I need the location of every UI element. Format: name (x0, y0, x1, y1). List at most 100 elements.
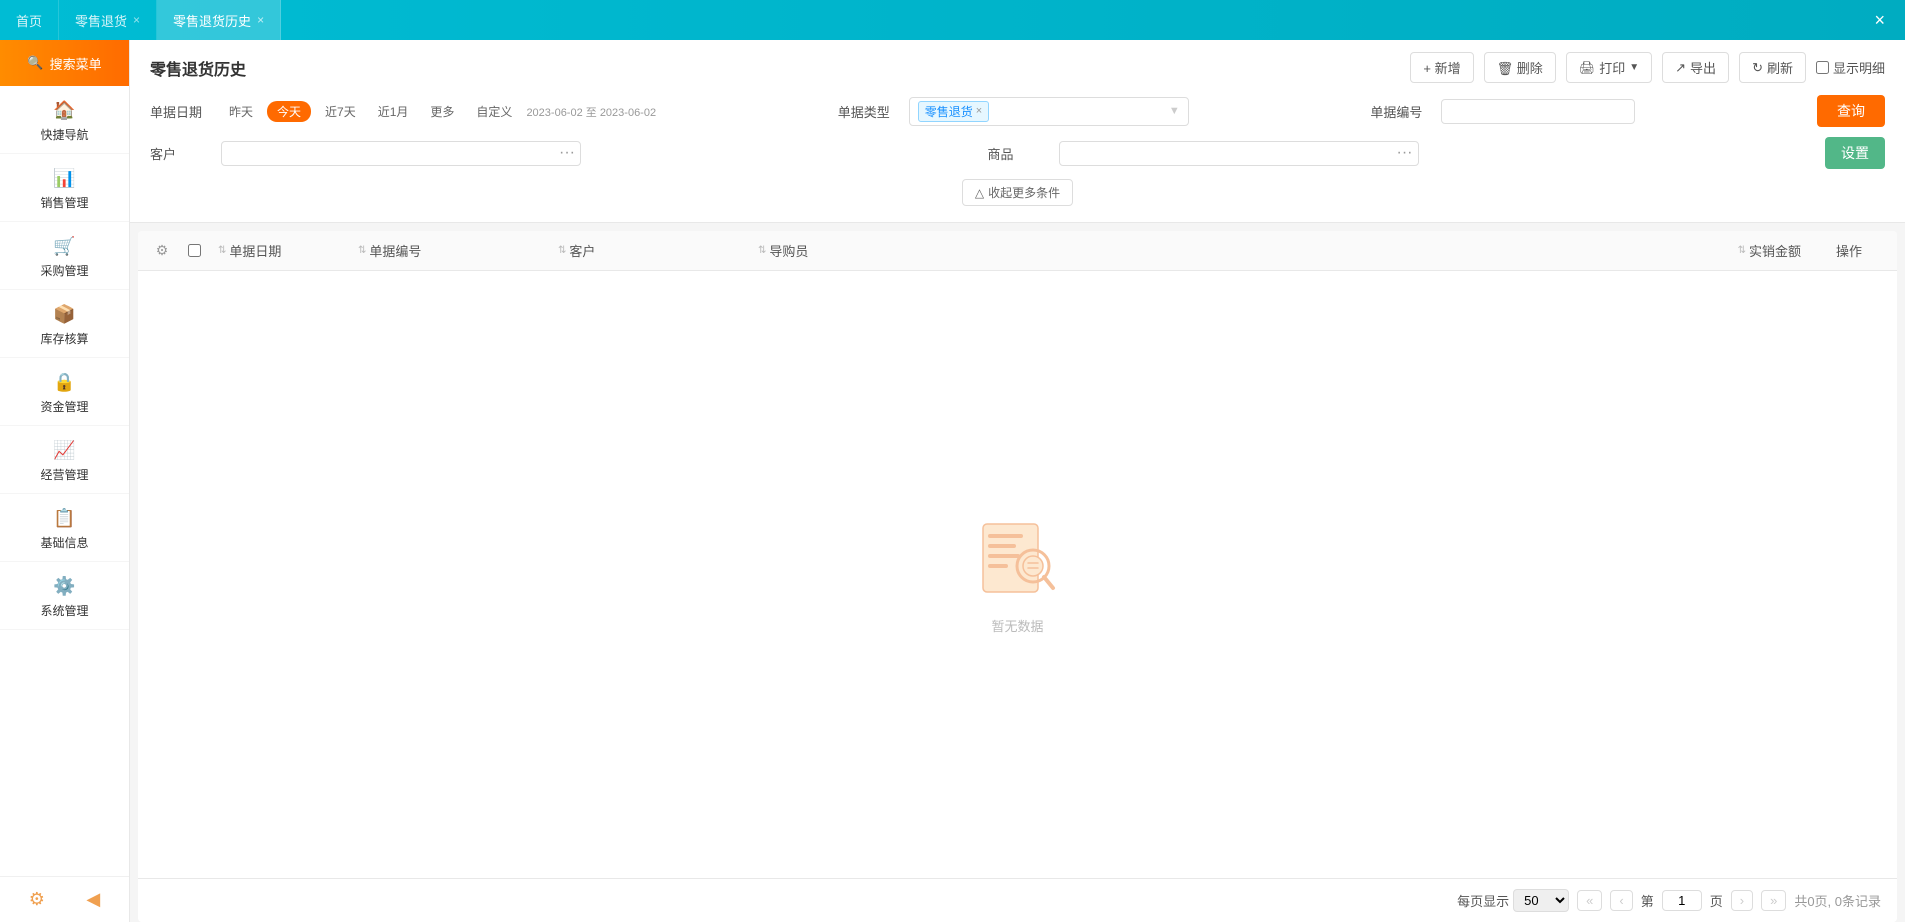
show-detail-checkbox-group: 显示明细 (1816, 58, 1885, 77)
empty-state-icon (968, 514, 1068, 604)
page-title: 零售退货历史 (150, 56, 246, 80)
th-guide[interactable]: ⇅ 导购员 (750, 241, 1689, 260)
table-select-all-checkbox[interactable] (178, 244, 210, 257)
print-icon: 🖨 (1579, 60, 1596, 76)
page-next-button[interactable]: › (1731, 890, 1753, 911)
main-layout: 🔍 搜索菜单 🏠 快捷导航 📊 销售管理 🛒 采购管理 📦 库存核算 🔒 资金管… (0, 40, 1905, 922)
sidebar-item-operations[interactable]: 📈 经营管理 (0, 426, 129, 494)
table-settings-icon[interactable]: ⚙ (146, 242, 178, 259)
page-first-button[interactable]: « (1577, 890, 1602, 911)
date-filter-group: 昨天 今天 近7天 近1月 更多 自定义 2023-06-02 至 2023-0… (221, 101, 656, 122)
number-filter-label: 单据编号 (1370, 102, 1425, 121)
th-sort-icon-amount: ⇅ (1738, 245, 1746, 256)
query-button[interactable]: 查询 (1817, 95, 1885, 127)
filter-section: 单据日期 昨天 今天 近7天 近1月 更多 自定义 2023-06-02 至 2… (150, 95, 1885, 222)
page-prev-button[interactable]: ‹ (1610, 890, 1632, 911)
th-action: 操作 (1809, 241, 1889, 260)
sidebar-item-finance[interactable]: 🔒 资金管理 (0, 358, 129, 426)
th-date[interactable]: ⇅ 单据日期 (210, 241, 350, 260)
th-number[interactable]: ⇅ 单据编号 (350, 241, 550, 260)
export-icon: ↗ (1675, 60, 1686, 76)
date-btn-custom[interactable]: 自定义 (468, 101, 520, 122)
customer-filter-input[interactable] (221, 141, 581, 166)
home-icon: 🏠 (53, 100, 75, 121)
refresh-button[interactable]: ↻ 刷新 (1739, 52, 1806, 83)
operations-icon: 📈 (53, 440, 75, 461)
export-button[interactable]: ↗ 导出 (1662, 52, 1729, 83)
customer-filter-dots-icon[interactable]: ··· (559, 144, 575, 162)
sidebar-item-operations-label: 经营管理 (40, 466, 88, 483)
table-wrapper: ⚙ ⇅ 单据日期 ⇅ 单据编号 ⇅ 客户 ⇅ 导购员 (138, 231, 1897, 922)
search-icon: 🔍 (27, 55, 43, 71)
goods-filter-input[interactable] (1059, 141, 1419, 166)
top-bar: 首页 零售退货 × 零售退货历史 × × (0, 0, 1905, 40)
content-area: 零售退货历史 + 新增 🗑 删除 🖨 打印 ▼ ↗ 导出 ↻ (130, 40, 1905, 922)
date-filter-label: 单据日期 (150, 102, 205, 121)
collapse-sidebar-icon[interactable]: ◀ (86, 889, 100, 910)
type-tag: 零售退货 × (918, 101, 989, 122)
sidebar: 🔍 搜索菜单 🏠 快捷导航 📊 销售管理 🛒 采购管理 📦 库存核算 🔒 资金管… (0, 40, 130, 922)
sidebar-item-basic-info[interactable]: 📋 基础信息 (0, 494, 129, 562)
settings-bottom-icon[interactable]: ⚙ (29, 889, 45, 910)
window-close-button[interactable]: × (1866, 6, 1893, 35)
refresh-label: 刷新 (1767, 58, 1793, 77)
sidebar-item-system[interactable]: ⚙️ 系统管理 (0, 562, 129, 630)
export-label: 导出 (1690, 58, 1716, 77)
tab-retail-return-history-close[interactable]: × (257, 13, 264, 27)
sidebar-search[interactable]: 🔍 搜索菜单 (0, 40, 129, 86)
print-label: 打印 (1599, 58, 1625, 77)
tab-retail-return[interactable]: 零售退货 × (59, 0, 157, 40)
show-detail-label: 显示明细 (1833, 58, 1885, 77)
top-bar-right: × (1866, 6, 1905, 35)
pagination: 每页显示 50 10 20 100 « ‹ 第 页 › » 共0页, 0条记录 (138, 878, 1897, 922)
page-last-button[interactable]: » (1761, 890, 1786, 911)
per-page-select[interactable]: 50 10 20 100 (1513, 889, 1569, 912)
type-tag-close[interactable]: × (976, 105, 982, 117)
tab-retail-return-close[interactable]: × (133, 13, 140, 27)
th-sort-icon-date: ⇅ (218, 245, 226, 256)
type-select-arrow-icon: ▼ (1169, 105, 1180, 117)
sidebar-item-purchase[interactable]: 🛒 采购管理 (0, 222, 129, 290)
th-action-label: 操作 (1836, 241, 1862, 260)
date-btn-7days[interactable]: 近7天 (317, 101, 364, 122)
tab-home-label: 首页 (16, 11, 42, 30)
sidebar-item-quick-nav[interactable]: 🏠 快捷导航 (0, 86, 129, 154)
select-all-input[interactable] (188, 244, 201, 257)
goods-filter-dots-icon[interactable]: ··· (1397, 144, 1413, 162)
collapse-label: 收起更多条件 (988, 184, 1060, 201)
type-filter-select[interactable]: 零售退货 × ▼ (909, 97, 1189, 126)
print-button[interactable]: 🖨 打印 ▼ (1566, 52, 1652, 83)
date-btn-1month[interactable]: 近1月 (370, 101, 417, 122)
type-filter-label: 单据类型 (838, 102, 893, 121)
sidebar-item-sales-label: 销售管理 (40, 194, 88, 211)
th-amount[interactable]: ⇅ 实销金额 (1689, 241, 1809, 260)
th-customer[interactable]: ⇅ 客户 (550, 241, 750, 260)
sales-icon: 📊 (53, 168, 75, 189)
th-customer-label: 客户 (569, 241, 595, 260)
page-input[interactable] (1662, 890, 1702, 911)
date-btn-more[interactable]: 更多 (422, 101, 462, 122)
sidebar-item-inventory[interactable]: 📦 库存核算 (0, 290, 129, 358)
new-button[interactable]: + 新增 (1410, 52, 1473, 83)
number-filter-input[interactable] (1441, 99, 1635, 124)
page-title-bar: 零售退货历史 + 新增 🗑 删除 🖨 打印 ▼ ↗ 导出 ↻ (150, 52, 1885, 83)
sidebar-item-sales[interactable]: 📊 销售管理 (0, 154, 129, 222)
th-amount-label: 实销金额 (1749, 241, 1801, 260)
tab-home[interactable]: 首页 (0, 0, 59, 40)
print-arrow-icon: ▼ (1629, 62, 1639, 73)
show-detail-checkbox[interactable] (1816, 61, 1829, 74)
tab-retail-return-label: 零售退货 (75, 11, 127, 30)
delete-button[interactable]: 🗑 删除 (1484, 52, 1556, 83)
type-tag-label: 零售退货 (925, 103, 973, 120)
customer-filter-label: 客户 (150, 144, 205, 163)
system-icon: ⚙️ (53, 576, 75, 597)
collapse-button[interactable]: △ 收起更多条件 (962, 179, 1073, 206)
date-btn-yesterday[interactable]: 昨天 (221, 101, 261, 122)
tab-retail-return-history[interactable]: 零售退货历史 × (157, 0, 281, 40)
filter-row-1: 单据日期 昨天 今天 近7天 近1月 更多 自定义 2023-06-02 至 2… (150, 95, 1885, 127)
page-label: 第 (1641, 891, 1654, 910)
basic-info-icon: 📋 (53, 508, 75, 529)
sidebar-item-quick-nav-label: 快捷导航 (40, 126, 88, 143)
date-btn-today[interactable]: 今天 (267, 101, 311, 122)
settings-button[interactable]: 设置 (1825, 137, 1885, 169)
